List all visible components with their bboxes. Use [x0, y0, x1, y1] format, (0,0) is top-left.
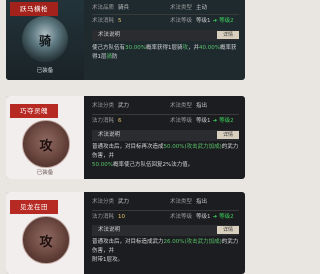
- level-value: 等级1: [196, 18, 211, 24]
- level-next: 等级2: [219, 118, 234, 124]
- skill-card-3[interactable]: 见龙在田 攻 术法分类 武力 术法类型 指出 法力消耗 10 术法等级 等级1 ➜ 等级2 …: [6, 192, 245, 274]
- type-label: 术法分类: [92, 103, 115, 109]
- skill-card-left: 见龙在田 攻: [6, 192, 84, 274]
- kind-value: 指出: [196, 199, 208, 205]
- level-value: 等级1: [196, 214, 211, 220]
- kind-label: 术法类型: [170, 5, 193, 11]
- kind-label: 术法类型: [170, 199, 193, 205]
- type-value: 骑兵: [118, 5, 130, 11]
- skill-card-2[interactable]: 巧夺灵魄 攻 已装备 术法分类 武力 术法类型 指出 法力消耗 6 术法等级 等级1 ➜ 等…: [6, 96, 245, 179]
- level-arrow-icon: ➜: [212, 214, 218, 220]
- skill-row-type: 术法品质 骑兵 术法类型 主动: [92, 2, 239, 14]
- emblem-glyph: 骑: [38, 34, 51, 48]
- emblem-glyph: 攻: [39, 235, 53, 250]
- desc-highlight: (攻击武力加成): [184, 144, 222, 150]
- desc-text: 概率使己方队伍回复2%法力值。: [112, 162, 194, 168]
- level-group: 术法等级 等级1 ➜ 等级2: [170, 211, 234, 223]
- type-label: 术法分类: [92, 199, 115, 205]
- level-arrow-icon: ➜: [212, 118, 218, 124]
- skill-row-type: 术法分类 武力 术法类型 指出: [92, 100, 239, 112]
- desc-highlight: 50.00%: [92, 162, 113, 168]
- consume-label: 法力消耗: [92, 118, 115, 124]
- consume-value: 10: [118, 214, 126, 220]
- skill-name-tab: 见龙在田: [10, 200, 58, 214]
- level-next: 等级2: [219, 18, 234, 24]
- desc-text: 普通攻击后，对目标造成武力: [92, 239, 164, 245]
- desc-text: ，并: [188, 45, 200, 51]
- type-value: 武力: [118, 199, 130, 205]
- skill-card-left: 跃马横枪 骑 已装备: [6, 0, 84, 80]
- type-value: 武力: [118, 103, 130, 109]
- skill-card-right: 术法分类 武力 术法类型 指出 法力消耗 10 术法等级 等级1 ➜ 等级2 术法说明 详情…: [86, 192, 245, 274]
- desc-label: 术法说明: [98, 132, 121, 138]
- skill-description: 使己方队伍有30.00%概率获得1层骑攻，并40.00%概率获得1层骑防: [92, 44, 239, 62]
- type-label: 术法品质: [92, 5, 115, 11]
- skill-row-consume: 术法消耗 5 术法等级 等级1 ➜ 等级2: [92, 15, 239, 27]
- skill-emblem-icon: 攻: [22, 120, 70, 168]
- level-label: 术法等级: [170, 118, 193, 124]
- skill-name-tab: 跃马横枪: [10, 2, 58, 16]
- desc-text: 使己方队伍有: [92, 45, 126, 51]
- skill-description: 普通攻击后，对目标再次造成50.00%(攻击武力加成)的武力伤害，并 50.00…: [92, 143, 239, 170]
- level-arrow-icon: ➜: [212, 18, 218, 24]
- kind-group: 术法类型 指出: [170, 196, 207, 208]
- level-value: 等级1: [196, 118, 211, 124]
- details-button[interactable]: 详情: [217, 131, 239, 139]
- desc-label: 术法说明: [98, 32, 121, 38]
- skill-card-right: 术法分类 武力 术法类型 指出 法力消耗 6 术法等级 等级1 ➜ 等级2 术法说明 详情 …: [86, 96, 245, 179]
- desc-text: 防: [112, 54, 118, 60]
- skill-card-right: 术法品质 骑兵 术法类型 主动 术法消耗 5 术法等级 等级1 ➜ 等级2 术法说明 详情 …: [86, 0, 245, 80]
- kind-label: 术法类型: [170, 103, 193, 109]
- skill-name-tab: 巧夺灵魄: [10, 104, 58, 118]
- level-group: 术法等级 等级1 ➜ 等级2: [170, 115, 234, 127]
- emblem-glyph: 攻: [39, 139, 53, 154]
- desc-highlight: (攻击武力加成): [184, 239, 222, 245]
- kind-value: 指出: [196, 103, 208, 109]
- skill-row-consume: 法力消耗 6 术法等级 等级1 ➜ 等级2: [92, 115, 239, 127]
- equipped-status: 已装备: [36, 170, 54, 176]
- desc-text: 普通攻击后，对目标再次造成: [92, 144, 164, 150]
- consume-value: 5: [118, 18, 122, 24]
- desc-text: 概率获得1层骑: [146, 45, 183, 51]
- consume-label: 法力消耗: [92, 214, 115, 220]
- level-label: 术法等级: [170, 214, 193, 220]
- level-label: 术法等级: [170, 18, 193, 24]
- consume-value: 6: [118, 118, 122, 124]
- kind-group: 术法类型 指出: [170, 100, 207, 112]
- desc-highlight: 30.00%: [125, 45, 146, 51]
- desc-highlight: 50.00%: [163, 144, 185, 150]
- level-next: 等级2: [219, 214, 234, 220]
- desc-text: 附带1层攻。: [92, 257, 123, 263]
- equipped-status: 已装备: [36, 68, 54, 74]
- skill-row-consume: 法力消耗 10 术法等级 等级1 ➜ 等级2: [92, 211, 239, 223]
- details-button[interactable]: 详情: [217, 31, 239, 39]
- desc-highlight: 26.00%: [163, 239, 185, 245]
- details-button[interactable]: 详情: [217, 226, 239, 234]
- skill-card-1[interactable]: 跃马横枪 骑 已装备 术法品质 骑兵 术法类型 主动 术法消耗 5 术法等级 等级1 ➜ 等…: [6, 0, 245, 80]
- desc-label: 术法说明: [98, 227, 121, 233]
- consume-label: 术法消耗: [92, 18, 115, 24]
- kind-value: 主动: [196, 5, 208, 11]
- desc-highlight: 40.00%: [199, 45, 221, 51]
- skill-row-type: 术法分类 武力 术法类型 指出: [92, 196, 239, 208]
- kind-group: 术法类型 主动: [170, 2, 207, 14]
- skill-emblem-icon: 骑: [22, 16, 68, 62]
- level-group: 术法等级 等级1 ➜ 等级2: [170, 15, 234, 27]
- skill-emblem-icon: 攻: [22, 216, 70, 264]
- skill-card-left: 巧夺灵魄 攻 已装备: [6, 96, 84, 179]
